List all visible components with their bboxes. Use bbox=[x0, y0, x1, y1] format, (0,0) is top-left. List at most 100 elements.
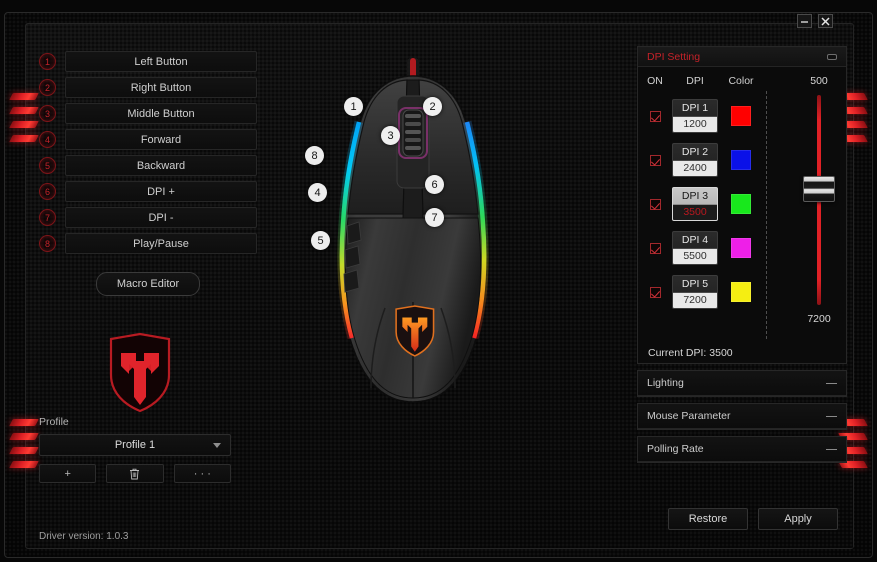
polling-rate-panel-header[interactable]: Polling Rate bbox=[638, 437, 846, 462]
callout-badge-6: 6 bbox=[39, 183, 56, 200]
dpi-enable-cell-2 bbox=[638, 154, 672, 166]
lighting-panel-header[interactable]: Lighting bbox=[638, 371, 846, 396]
dpi-value-3: 3500 bbox=[673, 204, 717, 220]
dpi-color-swatch-5[interactable] bbox=[731, 282, 751, 302]
callout-badge-4: 4 bbox=[39, 131, 56, 148]
assign-button-4[interactable]: Forward bbox=[65, 129, 257, 150]
more-options-button[interactable]: · · · bbox=[173, 464, 231, 483]
dpi-color-cell-5 bbox=[718, 282, 764, 302]
collapse-icon[interactable] bbox=[827, 53, 837, 60]
callout-badge-7: 7 bbox=[39, 209, 56, 226]
dpi-panel-title: DPI Setting bbox=[647, 50, 701, 63]
dpi-name-5: DPI 5 bbox=[681, 278, 709, 290]
dpi-name-1: DPI 1 bbox=[681, 102, 709, 114]
expand-icon-lighting[interactable] bbox=[826, 382, 837, 384]
dpi-enable-cell-5 bbox=[638, 286, 672, 298]
assign-button-5[interactable]: Backward bbox=[65, 155, 257, 176]
dpi-stage-3[interactable]: DPI 3 3500 bbox=[672, 187, 718, 221]
dpi-col-dpi: DPI bbox=[686, 75, 704, 87]
mouse-callout-2[interactable]: 2 bbox=[423, 97, 442, 116]
mouse-callout-7[interactable]: 7 bbox=[425, 208, 444, 227]
dpi-value-1: 1200 bbox=[673, 116, 717, 132]
delete-profile-button[interactable] bbox=[106, 464, 164, 483]
assign-button-1[interactable]: Left Button bbox=[65, 51, 257, 72]
callout-badge-2: 2 bbox=[39, 79, 56, 96]
shield-logo-icon bbox=[109, 332, 171, 413]
dpi-color-swatch-1[interactable] bbox=[731, 106, 751, 126]
assign-button-8[interactable]: Play/Pause bbox=[65, 233, 257, 254]
button-assign-row-3: 3 Middle Button bbox=[39, 103, 257, 124]
profile-dropdown[interactable]: Profile 1 bbox=[39, 434, 231, 456]
dpi-stage-5[interactable]: DPI 5 7200 bbox=[672, 275, 718, 309]
dpi-name-2: DPI 2 bbox=[681, 146, 709, 158]
dpi-panel-body: ON DPI Color DPI 1 1200 DPI 2 2400 DPI 3… bbox=[638, 67, 846, 363]
assign-button-2[interactable]: Right Button bbox=[65, 77, 257, 98]
dpi-color-cell-1 bbox=[718, 106, 764, 126]
dpi-color-swatch-4[interactable] bbox=[731, 238, 751, 258]
mouse-callout-8[interactable]: 8 bbox=[305, 146, 324, 165]
mouse-callout-6[interactable]: 6 bbox=[425, 175, 444, 194]
panel-divider bbox=[766, 91, 767, 339]
button-assign-row-5: 5 Backward bbox=[39, 155, 257, 176]
profile-selected-value: Profile 1 bbox=[114, 439, 156, 451]
dpi-stage-4[interactable]: DPI 4 5500 bbox=[672, 231, 718, 265]
button-assign-row-8: 8 Play/Pause bbox=[39, 233, 257, 254]
dpi-stage-2[interactable]: DPI 2 2400 bbox=[672, 143, 718, 177]
dpi-name-3: DPI 3 bbox=[681, 190, 709, 202]
polling-rate-panel: Polling Rate bbox=[637, 436, 847, 463]
macro-editor-button[interactable]: Macro Editor bbox=[95, 272, 201, 296]
mouse-illustration: 1 2 3 4 5 6 7 8 bbox=[285, 58, 545, 458]
dpi-col-color: Color bbox=[728, 75, 754, 87]
dpi-enable-checkbox-3[interactable] bbox=[649, 198, 661, 210]
callout-badge-8: 8 bbox=[39, 235, 56, 252]
dpi-value-5: 7200 bbox=[673, 292, 717, 308]
dpi-slider-thumb[interactable] bbox=[803, 176, 835, 203]
close-button[interactable] bbox=[818, 14, 833, 28]
mouse-parameter-panel: Mouse Parameter bbox=[637, 403, 847, 430]
dpi-enable-checkbox-4[interactable] bbox=[649, 242, 661, 254]
restore-button[interactable]: Restore bbox=[668, 508, 748, 530]
brand-logo bbox=[101, 331, 179, 415]
assign-button-6[interactable]: DPI + bbox=[65, 181, 257, 202]
mouse-parameter-panel-header[interactable]: Mouse Parameter bbox=[638, 404, 846, 429]
settings-panels: DPI Setting ON DPI Color DPI 1 1200 DPI … bbox=[637, 46, 847, 469]
dpi-value-4: 5500 bbox=[673, 248, 717, 264]
assign-button-7[interactable]: DPI - bbox=[65, 207, 257, 228]
apply-button[interactable]: Apply bbox=[758, 508, 838, 530]
expand-icon-mouse-parameter[interactable] bbox=[826, 415, 837, 417]
dpi-color-swatch-3[interactable] bbox=[731, 194, 751, 214]
lighting-panel: Lighting bbox=[637, 370, 847, 397]
mouse-callout-5[interactable]: 5 bbox=[311, 231, 330, 250]
callout-badge-1: 1 bbox=[39, 53, 56, 70]
expand-icon-polling-rate[interactable] bbox=[826, 448, 837, 450]
button-assign-row-2: 2 Right Button bbox=[39, 77, 257, 98]
dpi-slider-track[interactable] bbox=[803, 95, 835, 305]
dpi-enable-checkbox-2[interactable] bbox=[649, 154, 661, 166]
minimize-icon bbox=[801, 20, 808, 23]
dpi-color-cell-3 bbox=[718, 194, 764, 214]
app-chassis: 1 Left Button 2 Right Button 3 Middle Bu… bbox=[4, 12, 873, 558]
dpi-panel-header[interactable]: DPI Setting bbox=[638, 47, 846, 67]
dpi-color-cell-4 bbox=[718, 238, 764, 258]
trash-icon bbox=[130, 468, 140, 479]
dpi-enable-checkbox-5[interactable] bbox=[649, 286, 661, 298]
driver-version-text: Driver version: 1.0.3 bbox=[39, 531, 129, 542]
dpi-enable-checkbox-1[interactable] bbox=[649, 110, 661, 122]
dpi-stage-1[interactable]: DPI 1 1200 bbox=[672, 99, 718, 133]
assign-button-3[interactable]: Middle Button bbox=[65, 103, 257, 124]
dpi-name-4: DPI 4 bbox=[681, 234, 709, 246]
mouse-callout-3[interactable]: 3 bbox=[381, 126, 400, 145]
mouse-callout-1[interactable]: 1 bbox=[344, 97, 363, 116]
dpi-slider: 500 7200 bbox=[790, 75, 848, 325]
dpi-color-swatch-2[interactable] bbox=[731, 150, 751, 170]
dpi-enable-cell-3 bbox=[638, 198, 672, 210]
profile-action-buttons: + · · · bbox=[39, 464, 231, 483]
close-icon bbox=[821, 16, 830, 26]
current-dpi-text: Current DPI: 3500 bbox=[648, 347, 733, 359]
add-profile-button[interactable]: + bbox=[39, 464, 97, 483]
callout-badge-5: 5 bbox=[39, 157, 56, 174]
mouse-callout-4[interactable]: 4 bbox=[308, 183, 327, 202]
minimize-button[interactable] bbox=[797, 14, 812, 28]
profile-label: Profile bbox=[39, 416, 69, 428]
callout-badge-3: 3 bbox=[39, 105, 56, 122]
